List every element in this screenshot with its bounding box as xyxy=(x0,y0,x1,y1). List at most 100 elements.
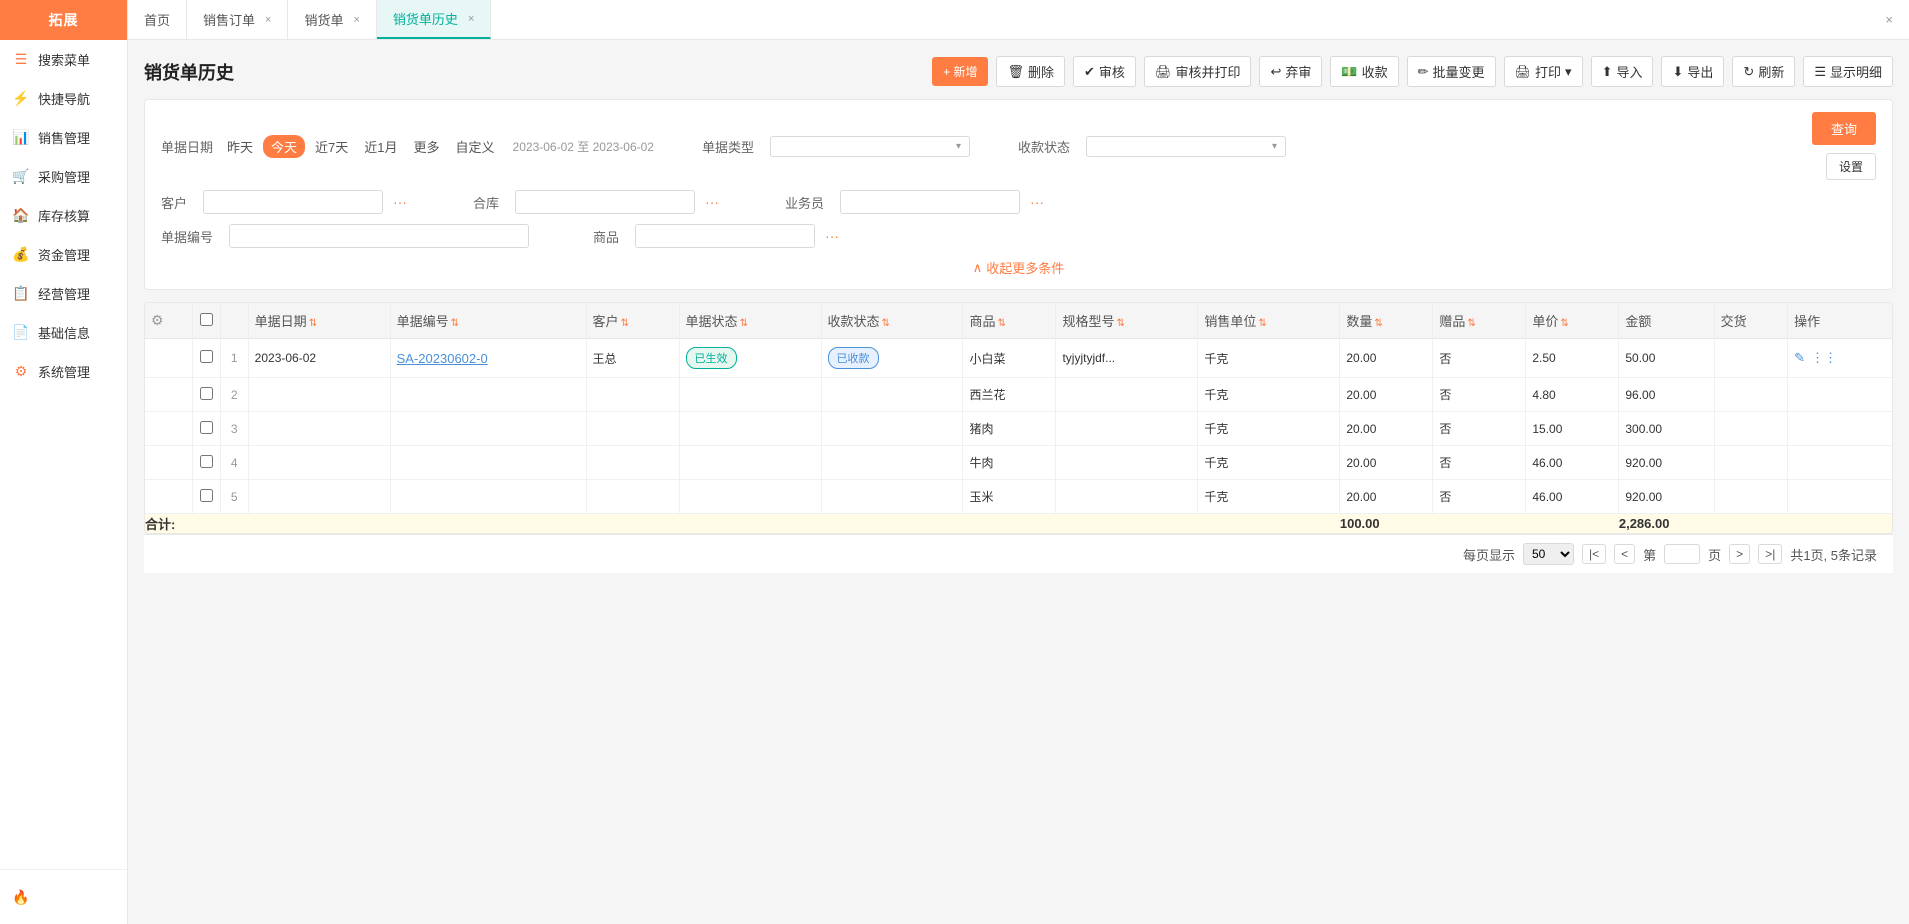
tab-sales-history-close[interactable]: × xyxy=(468,13,474,25)
sidebar-item-purchase-mgmt[interactable]: 🛒 采购管理 xyxy=(0,157,127,196)
col-doc-no[interactable]: 单据编号⇅ xyxy=(390,303,586,339)
select-all-checkbox[interactable] xyxy=(200,313,213,326)
row-doc-no[interactable] xyxy=(390,378,586,412)
sidebar-item-quick-nav[interactable]: ⚡ 快捷导航 xyxy=(0,79,127,118)
row-unit-price: 15.00 xyxy=(1526,412,1619,446)
col-unit[interactable]: 销售单位⇅ xyxy=(1198,303,1340,339)
date-today-btn[interactable]: 今天 xyxy=(263,135,305,158)
batch-change-button[interactable]: ✏ 批量变更 xyxy=(1407,56,1496,87)
date-1month-btn[interactable]: 近1月 xyxy=(358,135,403,158)
gear-icon[interactable]: ⚙ xyxy=(151,312,164,328)
sidebar-item-operations[interactable]: 📋 经营管理 xyxy=(0,274,127,313)
doc-type-arrow: ▾ xyxy=(956,141,961,152)
col-unit-price[interactable]: 单价⇅ xyxy=(1526,303,1619,339)
collect-status-select[interactable]: ▾ xyxy=(1086,136,1286,157)
settings-button[interactable]: 设置 xyxy=(1826,153,1876,180)
sidebar-fire-btn[interactable]: 🔥 xyxy=(0,878,127,916)
row-checkbox[interactable] xyxy=(200,387,213,400)
new-button[interactable]: + 新增 xyxy=(932,57,988,86)
sidebar-item-search-menu[interactable]: ☰ 搜索菜单 xyxy=(0,40,127,79)
approve-button[interactable]: ✔ 审核 xyxy=(1073,56,1136,87)
date-custom-btn[interactable]: 自定义 xyxy=(450,135,501,158)
date-more-btn[interactable]: 更多 xyxy=(408,135,446,158)
customer-input[interactable] xyxy=(203,190,383,214)
row-checkbox[interactable] xyxy=(200,455,213,468)
row-checkbox[interactable] xyxy=(200,421,213,434)
row-doc-no[interactable]: SA-20230602-0 xyxy=(390,339,586,378)
sidebar-item-inventory[interactable]: 🏠 库存核算 xyxy=(0,196,127,235)
more-action-icon[interactable]: ⋮⋮ xyxy=(1811,350,1837,366)
doc-no-link[interactable]: SA-20230602-0 xyxy=(397,351,488,366)
doc-type-select[interactable]: ▾ xyxy=(770,136,970,157)
goods-dots-btn[interactable]: ··· xyxy=(823,228,841,244)
col-doc-date[interactable]: 单据日期⇅ xyxy=(248,303,390,339)
row-doc-no[interactable] xyxy=(390,412,586,446)
tab-sales-history[interactable]: 销货单历史 × xyxy=(377,0,491,39)
col-collect-status[interactable]: 收款状态⇅ xyxy=(821,303,963,339)
sidebar-item-sales-mgmt[interactable]: 📊 销售管理 xyxy=(0,118,127,157)
delete-button[interactable]: 🗑 删除 xyxy=(996,56,1065,87)
sort-icon: ⇅ xyxy=(309,318,317,329)
edit-action-icon[interactable]: ✎ xyxy=(1794,350,1805,366)
tab-sales-goods[interactable]: 销货单 × xyxy=(288,0,376,39)
staff-dots-btn[interactable]: ··· xyxy=(1028,194,1046,210)
doc-no-input[interactable] xyxy=(229,224,529,248)
col-goods-label: 商品 xyxy=(969,314,995,329)
warehouse-input[interactable] xyxy=(515,190,695,214)
doc-type-label: 单据类型 xyxy=(702,137,754,156)
sidebar-item-basic-info[interactable]: 📄 基础信息 xyxy=(0,313,127,352)
date-7days-btn[interactable]: 近7天 xyxy=(309,135,354,158)
total-amount: 2,286.00 xyxy=(1619,514,1714,534)
last-page-btn[interactable]: >| xyxy=(1758,544,1782,564)
row-checkbox-cell[interactable] xyxy=(192,480,220,514)
warehouse-dots-btn[interactable]: ··· xyxy=(703,194,721,210)
col-gift[interactable]: 赠品⇅ xyxy=(1433,303,1526,339)
print-button[interactable]: 🖨 打印 ▾ xyxy=(1504,56,1583,87)
sidebar-item-sys-admin[interactable]: ⚙ 系统管理 xyxy=(0,352,127,391)
refresh-button[interactable]: ↻ 刷新 xyxy=(1732,56,1795,87)
col-doc-status[interactable]: 单据状态⇅ xyxy=(679,303,821,339)
row-doc-no[interactable] xyxy=(390,446,586,480)
row-checkbox[interactable] xyxy=(200,489,213,502)
row-checkbox-cell[interactable] xyxy=(192,446,220,480)
next-page-btn[interactable]: > xyxy=(1729,544,1750,564)
goods-input[interactable] xyxy=(635,224,815,248)
window-close-btn[interactable]: × xyxy=(1885,12,1893,27)
prev-page-btn[interactable]: < xyxy=(1614,544,1635,564)
page-body: 销货单历史 + 新增 🗑 删除 ✔ 审核 🖨 审核并打印 ↩ 弃审 xyxy=(128,40,1909,924)
col-gear[interactable]: ⚙ xyxy=(145,303,192,339)
export-button[interactable]: ⬇ 导出 xyxy=(1661,56,1724,87)
collect-status-label: 收款状态 xyxy=(1018,137,1070,156)
sidebar-item-finance[interactable]: 💰 资金管理 xyxy=(0,235,127,274)
row-checkbox[interactable] xyxy=(200,350,213,363)
tab-home[interactable]: 首页 xyxy=(128,0,187,39)
abandon-button[interactable]: ↩ 弃审 xyxy=(1259,56,1322,87)
customer-dots-btn[interactable]: ··· xyxy=(391,194,409,210)
page-size-select[interactable]: 50 100 200 xyxy=(1523,543,1574,565)
import-button[interactable]: ⬆ 导入 xyxy=(1591,56,1654,87)
show-detail-button[interactable]: ☰ 显示明细 xyxy=(1803,56,1893,87)
date-yesterday-btn[interactable]: 昨天 xyxy=(221,135,259,158)
collect-button[interactable]: 💵 收款 xyxy=(1330,56,1398,87)
row-gear-cell xyxy=(145,412,192,446)
tab-sales-goods-close[interactable]: × xyxy=(353,14,359,26)
row-doc-status: 已生效 xyxy=(679,339,821,378)
row-checkbox-cell[interactable] xyxy=(192,412,220,446)
approve-print-button[interactable]: 🖨 审核并打印 xyxy=(1144,56,1252,87)
row-checkbox-cell[interactable] xyxy=(192,378,220,412)
row-doc-no[interactable] xyxy=(390,480,586,514)
page-input[interactable]: 1 xyxy=(1664,544,1700,564)
tab-sales-order-close[interactable]: × xyxy=(265,14,271,26)
col-customer[interactable]: 客户⇅ xyxy=(586,303,679,339)
staff-input[interactable] xyxy=(840,190,1020,214)
collapse-btn[interactable]: ∧ 收起更多条件 xyxy=(973,258,1065,277)
tab-sales-order[interactable]: 销售订单 × xyxy=(187,0,288,39)
sort-icon: ⇅ xyxy=(621,318,629,329)
first-page-btn[interactable]: |< xyxy=(1582,544,1606,564)
row-checkbox-cell[interactable] xyxy=(192,339,220,378)
col-spec[interactable]: 规格型号⇅ xyxy=(1056,303,1198,339)
col-goods[interactable]: 商品⇅ xyxy=(963,303,1056,339)
filter-collect-status: 收款状态 ▾ xyxy=(1018,136,1286,157)
query-button[interactable]: 查询 xyxy=(1812,112,1876,145)
col-qty[interactable]: 数量⇅ xyxy=(1340,303,1433,339)
